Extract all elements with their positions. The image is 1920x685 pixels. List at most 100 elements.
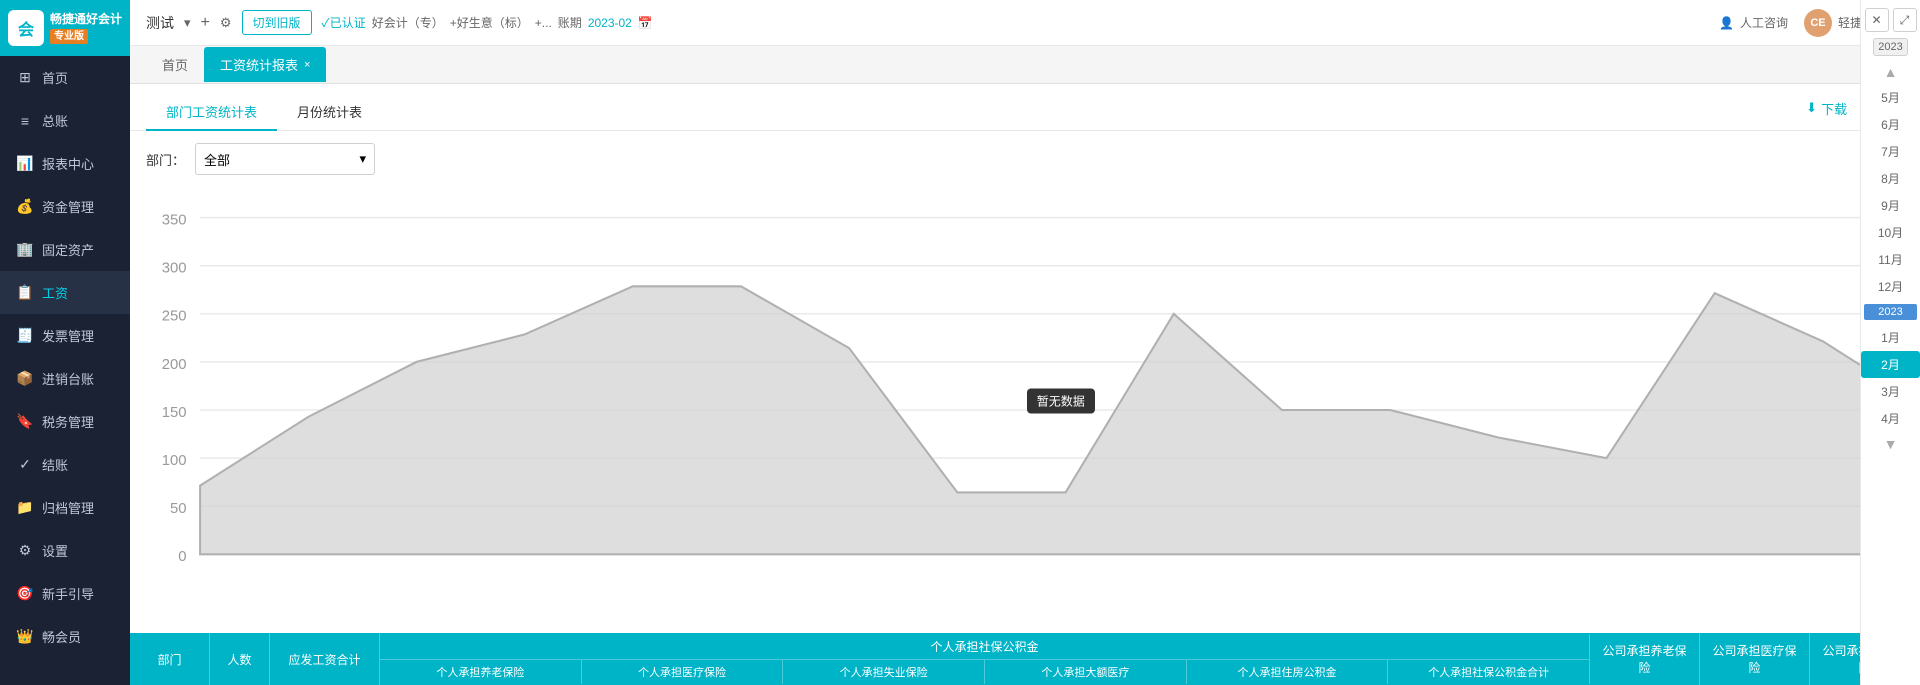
th-dept: 部门 [130, 633, 210, 685]
svg-text:0: 0 [178, 548, 186, 565]
filter-bar: 部门： 全部 ▾ [130, 131, 1920, 187]
th-personal-medical: 个人承担医疗保险 [582, 660, 784, 684]
sidebar-item-home[interactable]: ⊞ 首页 [0, 56, 130, 99]
th-group-personal: 个人承担社保公积金 个人承担养老保险 个人承担医疗保险 个人承担失业保险 个人承… [380, 634, 1590, 684]
sidebar-item-guide[interactable]: 🎯 新手引导 [0, 572, 130, 615]
switch-old-btn[interactable]: 切到旧版 [242, 10, 312, 35]
rp-nav-up[interactable]: ▲ [1880, 60, 1902, 84]
sidebar: 会 畅捷通好会计 专业版 ⊞ 首页 ≡ 总账 📊 报表中心 💰 资金管理 🏢 固… [0, 0, 130, 685]
th-personal-unemploy: 个人承担失业保险 [783, 660, 985, 684]
avatar: CE [1804, 9, 1832, 37]
tab-close-btn[interactable]: × [304, 59, 310, 71]
logo-text: 畅捷通好会计 专业版 [50, 12, 122, 45]
reports-icon: 📊 [16, 155, 34, 172]
member-icon: 👑 [16, 628, 34, 645]
table-header: 部门 人数 应发工资合计 个人承担社保公积金 个人承担养老保险 个人承担医疗保险… [130, 633, 1920, 685]
th-company-pension: 公司承担养老保险 [1590, 633, 1700, 685]
trade-icon: 📦 [16, 370, 34, 387]
dept-filter-label: 部门： [146, 150, 185, 169]
select-chevron-icon: ▾ [359, 151, 366, 167]
year-label: 2023 [1873, 38, 1907, 56]
download-icon: ⬇ [1806, 100, 1817, 116]
rp-month-3[interactable]: 3月 [1861, 378, 1920, 405]
sidebar-item-salary[interactable]: 📋 工资 [0, 271, 130, 314]
right-panel: ✕ ⤢ 2023 ▲ 5月 6月 7月 8月 9月 10月 11月 12月 20… [1860, 0, 1920, 685]
status-biz: +好生意（标） [450, 14, 529, 31]
content-area: 部门工资统计表 月份统计表 ⬇ 下载 ↻ 刷新 部门： 全部 ▾ [130, 84, 1920, 685]
svg-text:250: 250 [162, 308, 187, 325]
sidebar-item-settings[interactable]: ⚙ 设置 [0, 529, 130, 572]
rp-month-7[interactable]: 7月 [1861, 138, 1920, 165]
funds-icon: 💰 [16, 198, 34, 215]
svg-text:300: 300 [162, 259, 187, 276]
tax-icon: 🔖 [16, 413, 34, 430]
main-area: 测试 ▾ + ⚙ 切到旧版 ✓已认证 好会计（专） +好生意（标） +... 账… [130, 0, 1920, 685]
th-personal-bigmed: 个人承担大额医疗 [985, 660, 1187, 684]
th-personal-total: 个人承担社保公积金合计 [1388, 660, 1589, 684]
rp-month-8[interactable]: 8月 [1861, 165, 1920, 192]
status-more: +... [535, 16, 552, 30]
home-icon: ⊞ [16, 69, 34, 86]
th-people: 人数 [210, 633, 270, 685]
rp-month-9[interactable]: 9月 [1861, 192, 1920, 219]
rp-top-controls: ✕ ⤢ [1861, 8, 1920, 32]
sidebar-item-assets[interactable]: 🏢 固定资产 [0, 228, 130, 271]
invoice-icon: 🧾 [16, 327, 34, 344]
svg-text:200: 200 [162, 356, 187, 373]
tab-salary-report[interactable]: 工资统计报表 × [204, 47, 326, 82]
assets-icon: 🏢 [16, 241, 34, 258]
svg-text:350: 350 [162, 211, 187, 228]
th-personal-pension: 个人承担养老保险 [380, 660, 582, 684]
th-salary-total: 应发工资合计 [270, 633, 380, 685]
closing-icon: ✓ [16, 456, 34, 473]
rp-month-12[interactable]: 12月 [1861, 273, 1920, 300]
topbar: 测试 ▾ + ⚙ 切到旧版 ✓已认证 好会计（专） +好生意（标） +... 账… [130, 0, 1920, 46]
service-icon: 👤 [1719, 16, 1734, 30]
sidebar-item-archive[interactable]: 📁 归档管理 [0, 486, 130, 529]
rp-month-10[interactable]: 10月 [1861, 219, 1920, 246]
sidebar-item-closing[interactable]: ✓ 结账 [0, 443, 130, 486]
salary-icon: 📋 [16, 284, 34, 301]
sidebar-item-member[interactable]: 👑 畅会员 [0, 615, 130, 658]
sidebar-item-invoice[interactable]: 🧾 发票管理 [0, 314, 130, 357]
settings-icon: ⚙ [16, 542, 34, 559]
download-btn[interactable]: ⬇ 下载 [1806, 99, 1847, 118]
th-group-personal-title: 个人承担社保公积金 [380, 634, 1589, 660]
app-logo: 会 畅捷通好会计 专业版 [0, 0, 130, 56]
company-dropdown[interactable]: ▾ [184, 15, 191, 31]
sidebar-item-tax[interactable]: 🔖 税务管理 [0, 400, 130, 443]
topbar-add[interactable]: + [201, 14, 210, 32]
expand-panel-btn[interactable]: ⤢ [1893, 8, 1917, 32]
sidebar-item-trade[interactable]: 📦 进销台账 [0, 357, 130, 400]
tab-home[interactable]: 首页 [146, 47, 204, 82]
logo-icon: 会 [8, 10, 44, 46]
rp-month-6[interactable]: 6月 [1861, 111, 1920, 138]
rp-nav-down[interactable]: ▼ [1880, 432, 1902, 456]
rp-month-4[interactable]: 4月 [1861, 405, 1920, 432]
topbar-status: ✓已认证 好会计（专） +好生意（标） +... 账期 2023-02 📅 [322, 14, 653, 31]
th-group-personal-cols: 个人承担养老保险 个人承担医疗保险 个人承担失业保险 个人承担大额医疗 个人承担… [380, 660, 1589, 684]
ledger-icon: ≡ [16, 113, 34, 129]
company-title: 测试 [146, 13, 174, 33]
sidebar-item-ledger[interactable]: ≡ 总账 [0, 99, 130, 142]
subtab-bar: 部门工资统计表 月份统计表 ⬇ 下载 ↻ 刷新 [130, 84, 1920, 131]
rp-month-11[interactable]: 11月 [1861, 246, 1920, 273]
status-certified: ✓已认证 [322, 14, 366, 31]
topbar-settings[interactable]: ⚙ [220, 15, 232, 31]
sidebar-item-funds[interactable]: 💰 资金管理 [0, 185, 130, 228]
rp-month-5[interactable]: 5月 [1861, 84, 1920, 111]
rp-year2-label: 2023 [1864, 304, 1917, 320]
period-value: 2023-02 [588, 16, 632, 30]
status-good: 好会计（专） [372, 14, 444, 31]
subtab-dept[interactable]: 部门工资统计表 [146, 94, 277, 131]
calendar-icon[interactable]: 📅 [638, 16, 653, 30]
rp-month-2-active[interactable]: 2月 [1861, 351, 1920, 378]
period-label: 账期 [558, 14, 582, 31]
close-panel-btn[interactable]: ✕ [1865, 8, 1889, 32]
th-personal-housing: 个人承担住房公积金 [1187, 660, 1389, 684]
sidebar-item-reports[interactable]: 📊 报表中心 [0, 142, 130, 185]
subtab-monthly[interactable]: 月份统计表 [277, 94, 382, 131]
rp-month-1[interactable]: 1月 [1861, 324, 1920, 351]
human-service-btn[interactable]: 👤 人工咨询 [1719, 14, 1788, 31]
dept-select[interactable]: 全部 ▾ [195, 143, 375, 175]
